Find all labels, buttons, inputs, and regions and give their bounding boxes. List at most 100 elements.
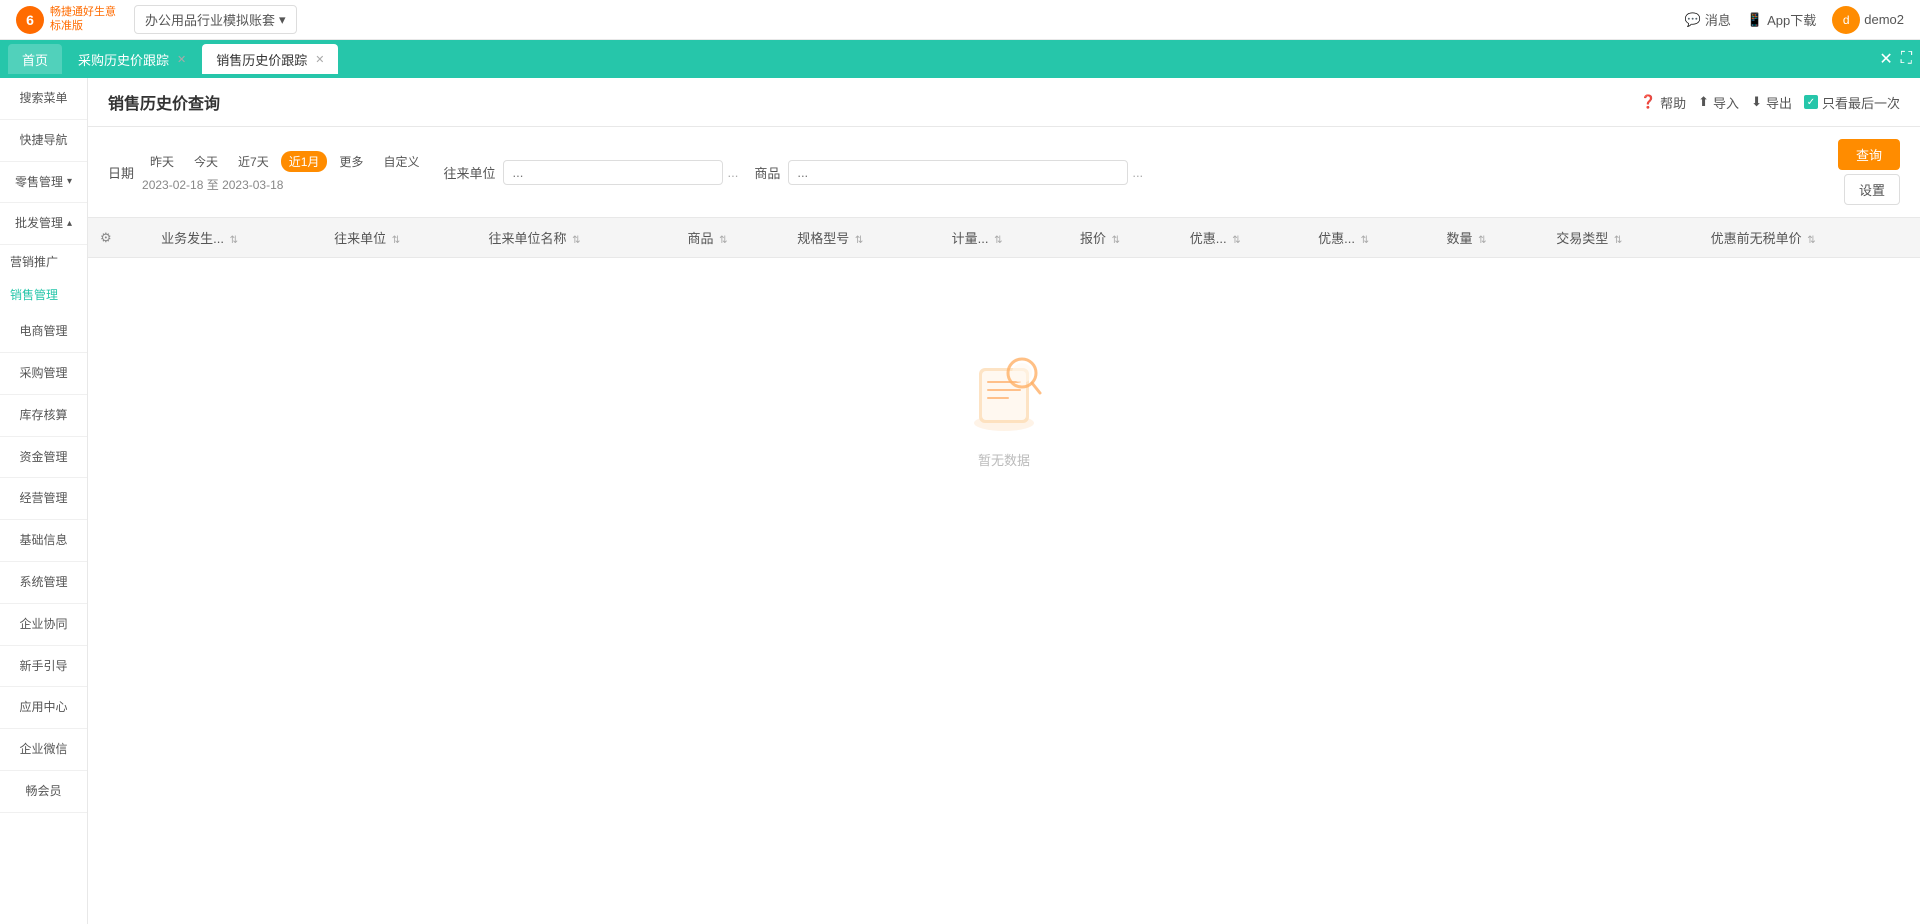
message-btn[interactable]: 💬 消息 xyxy=(1685,10,1731,29)
sidebar-item-finance[interactable]: 资金管理 xyxy=(0,437,87,479)
message-icon: 💬 xyxy=(1685,12,1701,28)
page-title: 销售历史价查询 xyxy=(108,90,220,114)
product-input[interactable] xyxy=(788,160,1128,185)
date-tab-1month[interactable]: 近1月 xyxy=(281,151,328,172)
page-actions: ❓ 帮助 ⬆ 导入 ⬇ 导出 ✓ 只看最后一次 xyxy=(1640,93,1900,112)
sort-icon: ⇅ xyxy=(392,235,400,246)
empty-state: 暂无数据 xyxy=(88,258,1920,549)
close-tab-action-icon[interactable]: ✕ xyxy=(1879,49,1892,69)
sidebar-item-corp-wechat[interactable]: 企业微信 xyxy=(0,729,87,771)
top-bar-left: 6 畅捷通好生意 标准版 办公用品行业模拟账套 ▾ xyxy=(16,5,297,34)
sidebar-item-inventory[interactable]: 库存核算 xyxy=(0,395,87,437)
date-label: 日期 xyxy=(108,163,134,182)
date-tab-today[interactable]: 今天 xyxy=(186,151,226,172)
date-tab-custom[interactable]: 自定义 xyxy=(375,151,427,172)
close-purchase-tab-icon[interactable]: ✕ xyxy=(177,53,186,66)
col-quantity[interactable]: 数量 ⇅ xyxy=(1434,218,1544,258)
col-trade-type[interactable]: 交易类型 ⇅ xyxy=(1544,218,1698,258)
tab-bar: 首页 采购历史价跟踪 ✕ 销售历史价跟踪 ✕ ✕ ⛶ xyxy=(0,40,1920,78)
tab-actions: ✕ ⛶ xyxy=(1879,49,1912,69)
sidebar-item-member[interactable]: 畅会员 xyxy=(0,771,87,813)
sort-icon: ⇅ xyxy=(994,235,1002,246)
top-bar: 6 畅捷通好生意 标准版 办公用品行业模拟账套 ▾ 💬 消息 📱 App下载 d… xyxy=(0,0,1920,40)
product-input-wrapper: ... xyxy=(788,160,1143,185)
data-table: ⚙ 业务发生... ⇅ 往来单位 ⇅ 往来单位名称 ⇅ xyxy=(88,218,1920,549)
empty-illustration xyxy=(954,338,1054,438)
gear-settings-icon[interactable]: ⚙ xyxy=(100,230,112,245)
app-selector[interactable]: 办公用品行业模拟账套 ▾ xyxy=(134,5,297,34)
date-tab-more[interactable]: 更多 xyxy=(331,151,371,172)
col-product[interactable]: 商品 ⇅ xyxy=(675,218,785,258)
col-gear[interactable]: ⚙ xyxy=(88,218,149,258)
partner-label: 往来单位 xyxy=(443,163,495,182)
sidebar-item-app-center[interactable]: 应用中心 xyxy=(0,687,87,729)
col-pre-tax[interactable]: 优惠前无税单价 ⇅ xyxy=(1699,218,1920,258)
date-tabs: 昨天 今天 近7天 近1月 更多 自定义 xyxy=(142,151,427,172)
sidebar-item-newbie[interactable]: 新手引导 xyxy=(0,646,87,688)
tab-home[interactable]: 首页 xyxy=(8,44,62,74)
close-sales-tab-icon[interactable]: ✕ xyxy=(315,53,324,66)
sort-icon: ⇅ xyxy=(1361,235,1369,246)
logo-text: 畅捷通好生意 标准版 xyxy=(50,6,116,32)
query-button[interactable]: 查询 xyxy=(1838,139,1900,170)
content-area: 销售历史价查询 ❓ 帮助 ⬆ 导入 ⬇ 导出 ✓ 只看最后一次 xyxy=(88,78,1920,924)
tab-purchase-history[interactable]: 采购历史价跟踪 ✕ xyxy=(64,44,200,74)
partner-input[interactable] xyxy=(503,160,723,185)
date-tab-7days[interactable]: 近7天 xyxy=(230,151,277,172)
export-btn[interactable]: ⬇ 导出 xyxy=(1751,93,1792,112)
import-btn[interactable]: ⬆ 导入 xyxy=(1698,93,1739,112)
sidebar-item-purchase-mgmt[interactable]: 采购管理 xyxy=(0,353,87,395)
sidebar-item-system[interactable]: 系统管理 xyxy=(0,562,87,604)
main-layout: 搜索菜单 快捷导航 零售管理 ▾ 批发管理 ▴ 营销推广 销售管理 电商管理 采… xyxy=(0,78,1920,924)
download-icon: 📱 xyxy=(1747,12,1763,28)
sort-icon: ⇅ xyxy=(230,235,238,246)
sidebar-item-search-menu[interactable]: 搜索菜单 xyxy=(0,78,87,120)
date-range-display: 2023-02-18 至 2023-03-18 xyxy=(142,176,427,193)
help-btn[interactable]: ❓ 帮助 xyxy=(1640,93,1686,112)
sort-icon: ⇅ xyxy=(1112,235,1120,246)
sidebar-item-wholesale-mgmt[interactable]: 批发管理 ▴ xyxy=(0,203,87,245)
help-icon: ❓ xyxy=(1640,94,1656,110)
product-label: 商品 xyxy=(754,163,780,182)
chevron-up-icon: ▴ xyxy=(67,217,72,231)
table-header: ⚙ 业务发生... ⇅ 往来单位 ⇅ 往来单位名称 ⇅ xyxy=(88,218,1920,258)
product-filter-group: 商品 ... xyxy=(754,160,1143,185)
top-bar-right: 💬 消息 📱 App下载 d demo2 xyxy=(1685,6,1904,34)
sort-icon: ⇅ xyxy=(1807,235,1815,246)
empty-text: 暂无数据 xyxy=(978,450,1030,469)
col-discount1[interactable]: 优惠... ⇅ xyxy=(1178,218,1306,258)
sidebar-item-basic-info[interactable]: 基础信息 xyxy=(0,520,87,562)
sidebar: 搜索菜单 快捷导航 零售管理 ▾ 批发管理 ▴ 营销推广 销售管理 电商管理 采… xyxy=(0,78,88,924)
date-filter-group: 日期 昨天 今天 近7天 近1月 更多 自定义 2023-02-18 至 202… xyxy=(108,151,427,193)
col-unit[interactable]: 计量... ⇅ xyxy=(940,218,1068,258)
sidebar-item-quick-nav[interactable]: 快捷导航 xyxy=(0,120,87,162)
maximize-icon[interactable]: ⛶ xyxy=(1901,50,1912,68)
settings-button[interactable]: 设置 xyxy=(1844,174,1900,205)
col-partner-name[interactable]: 往来单位名称 ⇅ xyxy=(476,218,675,258)
logo-area: 6 畅捷通好生意 标准版 xyxy=(16,6,116,34)
empty-state-row: 暂无数据 xyxy=(88,258,1920,550)
col-partner-code[interactable]: 往来单位 ⇅ xyxy=(322,218,476,258)
app-download-btn[interactable]: 📱 App下载 xyxy=(1747,10,1816,29)
sidebar-item-retail-mgmt[interactable]: 零售管理 ▾ xyxy=(0,162,87,204)
col-spec[interactable]: 规格型号 ⇅ xyxy=(785,218,939,258)
sidebar-item-ecommerce[interactable]: 电商管理 xyxy=(0,311,87,353)
sidebar-item-marketing[interactable]: 营销推广 xyxy=(0,245,87,278)
chevron-down-icon: ▾ xyxy=(279,12,286,28)
sidebar-item-operations[interactable]: 经营管理 xyxy=(0,478,87,520)
tab-sales-history[interactable]: 销售历史价跟踪 ✕ xyxy=(202,44,338,74)
only-last-checkbox[interactable]: ✓ xyxy=(1804,95,1818,109)
col-biz-date[interactable]: 业务发生... ⇅ xyxy=(149,218,322,258)
only-last-checkbox-label[interactable]: ✓ 只看最后一次 xyxy=(1804,93,1900,112)
date-tab-yesterday[interactable]: 昨天 xyxy=(142,151,182,172)
sort-icon: ⇅ xyxy=(1614,235,1622,246)
partner-input-wrapper: ... xyxy=(503,160,738,185)
sidebar-item-enterprise[interactable]: 企业协同 xyxy=(0,604,87,646)
product-dots-icon: ... xyxy=(1132,165,1143,180)
partner-filter-group: 往来单位 ... xyxy=(443,160,738,185)
col-price[interactable]: 报价 ⇅ xyxy=(1068,218,1178,258)
avatar: d xyxy=(1832,6,1860,34)
user-profile[interactable]: d demo2 xyxy=(1832,6,1904,34)
sidebar-item-sales-mgmt[interactable]: 销售管理 xyxy=(0,278,87,311)
col-discount2[interactable]: 优惠... ⇅ xyxy=(1306,218,1434,258)
